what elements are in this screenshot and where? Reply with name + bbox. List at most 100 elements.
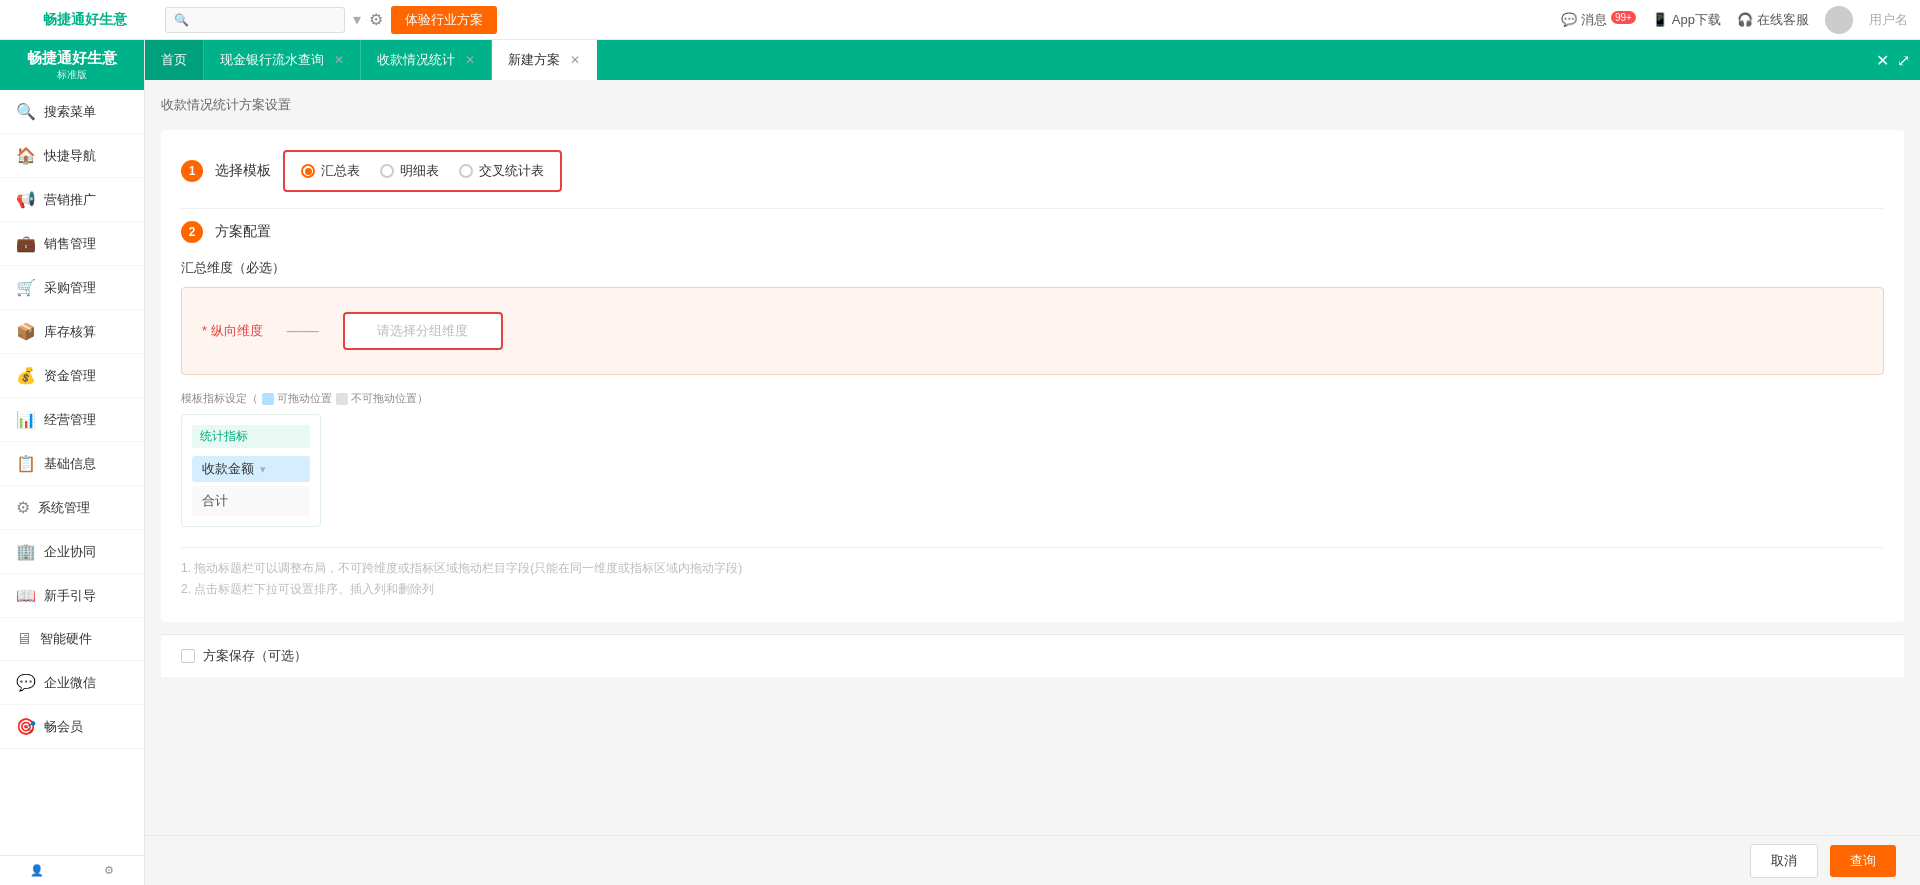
sidebar-item-purchase[interactable]: 🛒 采购管理 bbox=[0, 266, 144, 310]
radio-cross[interactable]: 交叉统计表 bbox=[459, 162, 544, 180]
dropdown-icon[interactable]: ▾ bbox=[353, 10, 361, 29]
sidebar-item-label: 企业微信 bbox=[44, 674, 96, 692]
sidebar-item-marketing[interactable]: 📢 营销推广 bbox=[0, 178, 144, 222]
basic-icon: 📋 bbox=[16, 454, 36, 473]
sidebar-item-member[interactable]: 🎯 畅会员 bbox=[0, 705, 144, 749]
sidebar-item-wechat[interactable]: 💬 企业微信 bbox=[0, 661, 144, 705]
tab-close-btn[interactable]: ✕ bbox=[1876, 51, 1889, 70]
tab-new-plan[interactable]: 新建方案 ✕ bbox=[492, 40, 597, 80]
settings-icon[interactable]: ⚙ bbox=[369, 10, 383, 29]
tab-cashflow[interactable]: 现金银行流水查询 ✕ bbox=[204, 40, 361, 80]
tab-new-plan-label: 新建方案 bbox=[508, 51, 560, 69]
metrics-header-text: 模板指标设定（ bbox=[181, 391, 258, 406]
sidebar-item-label: 销售管理 bbox=[44, 235, 96, 253]
service-item[interactable]: 🎧 在线客服 bbox=[1737, 11, 1809, 29]
sidebar-item-label: 经营管理 bbox=[44, 411, 96, 429]
tab-receipt-close[interactable]: ✕ bbox=[465, 53, 475, 67]
notification-item[interactable]: 💬 消息 99+ bbox=[1561, 11, 1636, 29]
sidebar-item-sales[interactable]: 💼 销售管理 bbox=[0, 222, 144, 266]
tab-receipt[interactable]: 收款情况统计 ✕ bbox=[361, 40, 492, 80]
sidebar-item-enterprise[interactable]: 🏢 企业协同 bbox=[0, 530, 144, 574]
footer-bar: 取消 查询 bbox=[145, 835, 1920, 885]
stat-section-label: 统计指标 bbox=[192, 425, 310, 448]
breadcrumb: 收款情况统计方案设置 bbox=[161, 96, 1904, 114]
sidebar-item-label: 畅会员 bbox=[44, 718, 83, 736]
page-content: 收款情况统计方案设置 1 选择模板 汇总表 明细表 bbox=[145, 80, 1920, 835]
header: 畅捷通好生意 🔍 ▾ ⚙ 体验行业方案 💬 消息 99+ 📱 App下载 🎧 在… bbox=[0, 0, 1920, 40]
sidebar-item-label: 资金管理 bbox=[44, 367, 96, 385]
member-icon: 🎯 bbox=[16, 717, 36, 736]
radio-detail-label: 明细表 bbox=[400, 162, 439, 180]
sidebar-item-guide[interactable]: 📖 新手引导 bbox=[0, 574, 144, 618]
radio-detail[interactable]: 明细表 bbox=[380, 162, 439, 180]
sidebar-footer-item-2[interactable]: ⚙ bbox=[104, 864, 114, 877]
sidebar-logo-sub: 标准版 bbox=[57, 68, 87, 82]
tip1: 1. 拖动标题栏可以调整布局，不可跨维度或指标区域拖动栏目字段(只能在同一维度或… bbox=[181, 560, 1884, 577]
step2-row: 2 方案配置 bbox=[181, 221, 1884, 243]
dot-blue bbox=[262, 393, 274, 405]
sidebar-item-management[interactable]: 📊 经营管理 bbox=[0, 398, 144, 442]
query-button[interactable]: 查询 bbox=[1830, 845, 1896, 877]
radio-dot-cross bbox=[459, 164, 473, 178]
sidebar-item-system[interactable]: ⚙ 系统管理 bbox=[0, 486, 144, 530]
main-wrapper: 畅捷通好生意 标准版 🔍 搜索菜单 🏠 快捷导航 📢 营销推广 💼 销售管理 🛒… bbox=[0, 40, 1920, 885]
sidebar-item-basic[interactable]: 📋 基础信息 bbox=[0, 442, 144, 486]
sidebar-item-label: 企业协同 bbox=[44, 543, 96, 561]
tab-home[interactable]: 首页 bbox=[145, 40, 204, 80]
tab-cashflow-close[interactable]: ✕ bbox=[334, 53, 344, 67]
sidebar-footer: 👤 ⚙ bbox=[0, 855, 144, 885]
industry-btn[interactable]: 体验行业方案 bbox=[391, 6, 497, 34]
finance-icon: 💰 bbox=[16, 366, 36, 385]
radio-summary[interactable]: 汇总表 bbox=[301, 162, 360, 180]
sidebar-item-label: 智能硬件 bbox=[40, 630, 92, 648]
badge-movable-label: 可拖动位置 bbox=[277, 391, 332, 406]
header-search: 🔍 ▾ ⚙ 体验行业方案 bbox=[165, 6, 1553, 34]
sidebar-item-nav[interactable]: 🏠 快捷导航 bbox=[0, 134, 144, 178]
dimension-row-label: * 纵向维度 bbox=[202, 322, 263, 340]
tab-expand-btn[interactable]: ⤢ bbox=[1897, 51, 1910, 70]
notification-label: 消息 bbox=[1581, 11, 1607, 29]
stat-tag-amount[interactable]: 收款金额 ▾ bbox=[192, 456, 310, 482]
radio-dot-summary bbox=[301, 164, 315, 178]
tab-receipt-label: 收款情况统计 bbox=[377, 51, 455, 69]
home-icon: 🏠 bbox=[16, 146, 36, 165]
save-label: 方案保存（可选） bbox=[203, 647, 307, 665]
guide-icon: 📖 bbox=[16, 586, 36, 605]
stat-subtag-label: 合计 bbox=[202, 493, 228, 508]
marketing-icon: 📢 bbox=[16, 190, 36, 209]
dimension-select-box[interactable]: 请选择分组维度 bbox=[343, 312, 503, 350]
hardware-icon: 🖥 bbox=[16, 630, 32, 648]
save-row: 方案保存（可选） bbox=[161, 634, 1904, 677]
sidebar-item-search[interactable]: 🔍 搜索菜单 bbox=[0, 90, 144, 134]
section-card: 1 选择模板 汇总表 明细表 bbox=[161, 130, 1904, 622]
search-box[interactable]: 🔍 bbox=[165, 7, 345, 33]
tab-new-plan-close[interactable]: ✕ bbox=[570, 53, 580, 67]
notification-badge: 99+ bbox=[1611, 11, 1636, 24]
sidebar-item-label: 快捷导航 bbox=[44, 147, 96, 165]
content-area: 首页 现金银行流水查询 ✕ 收款情况统计 ✕ 新建方案 ✕ ✕ ⤢ 收款情况统计… bbox=[145, 40, 1920, 885]
system-icon: ⚙ bbox=[16, 498, 30, 517]
cancel-button[interactable]: 取消 bbox=[1750, 844, 1818, 878]
tip2: 2. 点击标题栏下拉可设置排序、插入列和删除列 bbox=[181, 581, 1884, 598]
sidebar-item-finance[interactable]: 💰 资金管理 bbox=[0, 354, 144, 398]
template-select-row: 汇总表 明细表 交叉统计表 bbox=[283, 150, 562, 192]
step1-label: 选择模板 bbox=[215, 162, 271, 180]
purchase-icon: 🛒 bbox=[16, 278, 36, 297]
stat-subtag: 合计 bbox=[192, 486, 310, 516]
inventory-icon: 📦 bbox=[16, 322, 36, 341]
search-menu-icon: 🔍 bbox=[16, 102, 36, 121]
header-right: 💬 消息 99+ 📱 App下载 🎧 在线客服 用户名 bbox=[1561, 6, 1908, 34]
badge-unmovable: 不可拖动位置） bbox=[336, 391, 428, 406]
chevron-down-icon: ▾ bbox=[260, 463, 266, 476]
logo-text: 畅捷通好生意 bbox=[43, 11, 127, 29]
save-checkbox[interactable] bbox=[181, 649, 195, 663]
sidebar-item-hardware[interactable]: 🖥 智能硬件 bbox=[0, 618, 144, 661]
download-item[interactable]: 📱 App下载 bbox=[1652, 11, 1721, 29]
sidebar-item-inventory[interactable]: 📦 库存核算 bbox=[0, 310, 144, 354]
radio-cross-label: 交叉统计表 bbox=[479, 162, 544, 180]
dimension-area: * 纵向维度 —— 请选择分组维度 bbox=[181, 287, 1884, 375]
sidebar-footer-item-1[interactable]: 👤 bbox=[30, 864, 44, 877]
badge-unmovable-label: 不可拖动位置） bbox=[351, 391, 428, 406]
dot-gray bbox=[336, 393, 348, 405]
sidebar-logo-text: 畅捷通好生意 bbox=[27, 49, 117, 68]
